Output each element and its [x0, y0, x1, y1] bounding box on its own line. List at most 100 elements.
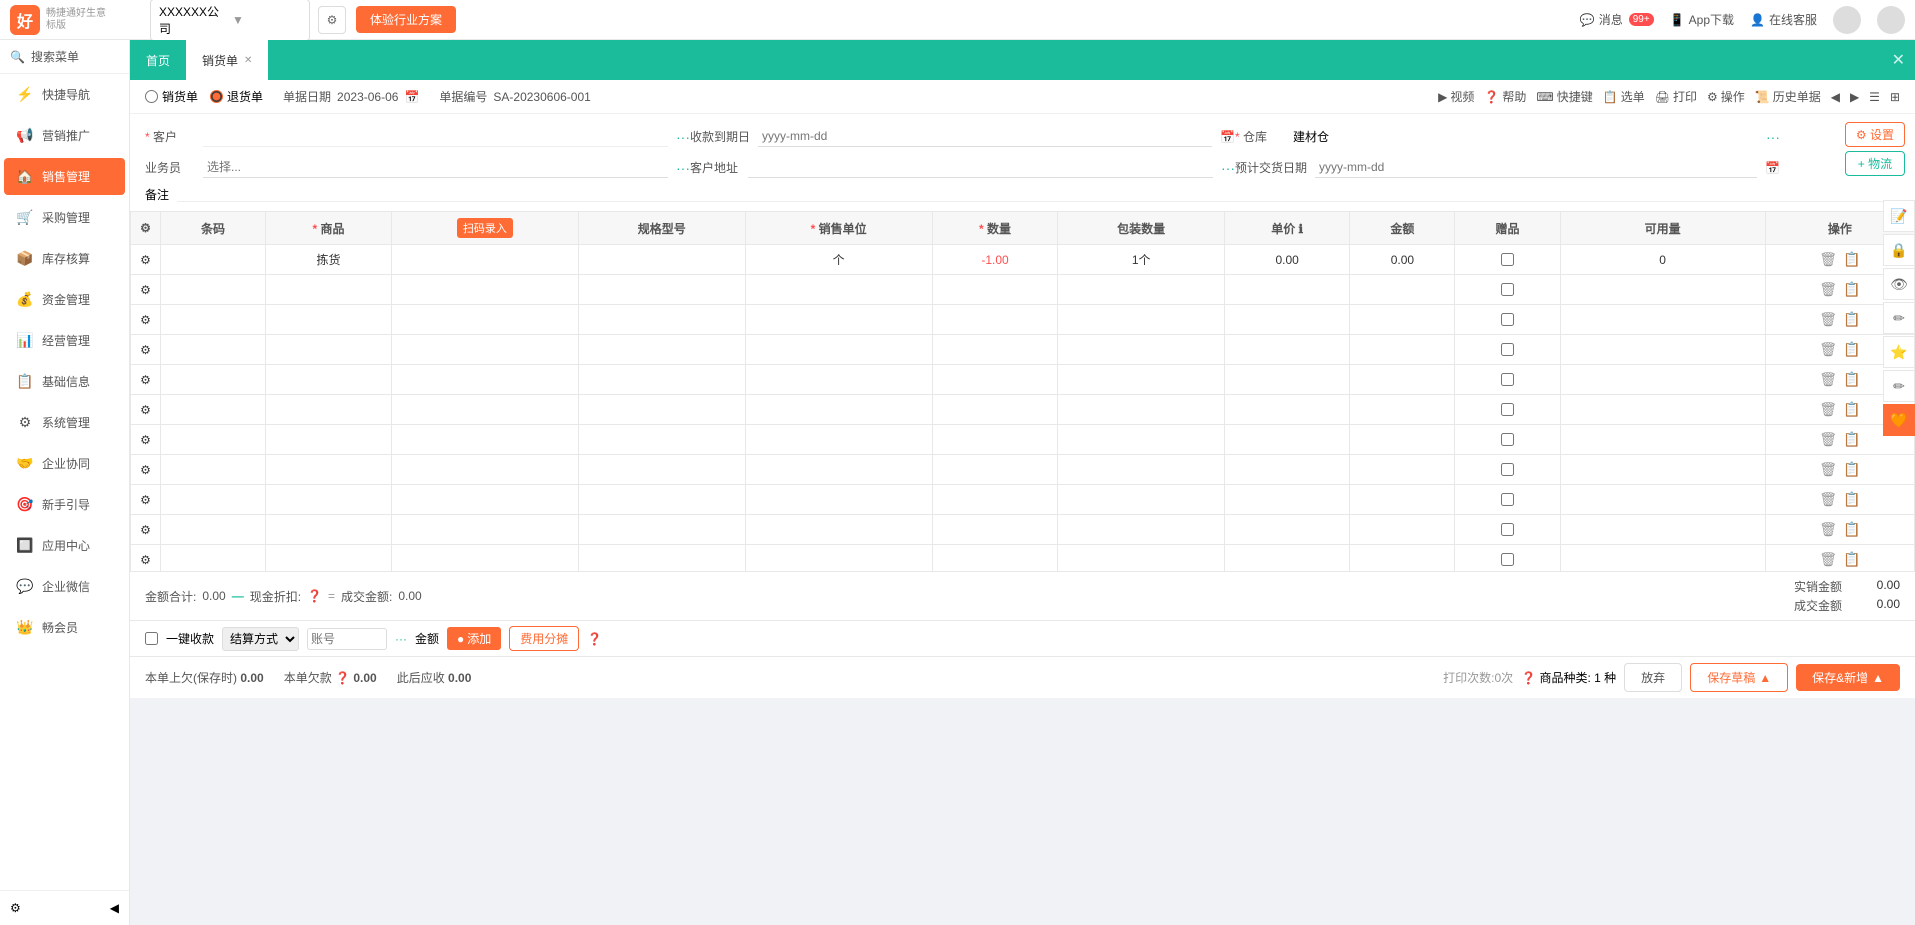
right-tool-orange[interactable]: 🧡 [1883, 404, 1915, 436]
due-date-calendar-icon[interactable]: 📅 [1220, 130, 1235, 144]
row-settings[interactable]: ⚙ [131, 455, 161, 485]
shortcut-action[interactable]: ⌨ 快捷键 [1536, 88, 1592, 105]
right-tool-view[interactable]: 👁 [1883, 268, 1915, 300]
row-product[interactable] [266, 545, 392, 572]
avatar[interactable] [1833, 6, 1861, 34]
row-unit[interactable] [745, 515, 932, 545]
row-spec[interactable] [578, 245, 745, 275]
row-settings[interactable]: ⚙ [131, 365, 161, 395]
copy-icon[interactable]: 📋 [1843, 251, 1860, 268]
row-product[interactable] [266, 275, 392, 305]
sidebar-item-guide[interactable]: 🎯 新手引导 [4, 486, 125, 523]
return-order-radio[interactable]: 退货单 [210, 88, 263, 105]
row-settings[interactable]: ⚙ [131, 515, 161, 545]
expected-date-calendar-icon[interactable]: 📅 [1765, 161, 1780, 175]
row-gift[interactable] [1455, 455, 1560, 485]
row-qty[interactable] [932, 395, 1058, 425]
sidebar-item-basics[interactable]: 📋 基础信息 [4, 363, 125, 400]
right-tool-pencil[interactable]: ✏ [1883, 370, 1915, 402]
row-scan[interactable] [391, 545, 578, 572]
row-qty[interactable]: -1.00 [932, 245, 1058, 275]
row-scan[interactable] [391, 275, 578, 305]
sidebar-item-system[interactable]: ⚙ 系统管理 [4, 404, 125, 441]
row-pkg-qty[interactable] [1058, 485, 1225, 515]
right-tool-edit[interactable]: ✏ [1883, 302, 1915, 334]
row-product[interactable] [266, 515, 392, 545]
row-barcode[interactable] [161, 335, 266, 365]
row-scan[interactable] [391, 305, 578, 335]
one-click-payment-checkbox[interactable] [145, 632, 158, 645]
address-dots-icon[interactable]: ··· [1221, 160, 1235, 176]
row-amount[interactable] [1350, 485, 1455, 515]
gift-checkbox[interactable] [1501, 403, 1514, 416]
row-barcode[interactable] [161, 515, 266, 545]
notes-input[interactable] [177, 187, 1900, 202]
sidebar-item-apps[interactable]: 🔲 应用中心 [4, 527, 125, 564]
delete-icon[interactable]: 🗑 [1819, 551, 1837, 568]
pt-icon[interactable]: ❓ [1521, 671, 1536, 685]
save-draft-button[interactable]: 保存草稿 ▲ [1690, 663, 1788, 692]
row-amount[interactable] [1350, 365, 1455, 395]
row-gift[interactable] [1455, 425, 1560, 455]
gift-checkbox[interactable] [1501, 553, 1514, 566]
payment-method-select[interactable]: 结算方式 [222, 627, 299, 651]
row-qty[interactable] [932, 485, 1058, 515]
row-unit-price[interactable]: 0.00 [1225, 245, 1350, 275]
sidebar-item-inventory[interactable]: 📦 库存核算 [4, 240, 125, 277]
row-scan[interactable] [391, 245, 578, 275]
row-unit[interactable] [745, 395, 932, 425]
dots-icon[interactable]: ··· [395, 632, 407, 646]
row-scan[interactable] [391, 335, 578, 365]
gift-checkbox[interactable] [1501, 253, 1514, 266]
gift-checkbox[interactable] [1501, 463, 1514, 476]
row-amount[interactable] [1350, 455, 1455, 485]
expected-date-input[interactable] [1315, 157, 1757, 178]
row-pkg-qty[interactable] [1058, 425, 1225, 455]
sidebar-item-quick-nav[interactable]: ⚡ 快捷导航 [4, 76, 125, 113]
col-scan[interactable]: 扫码录入 [391, 212, 578, 245]
gift-checkbox[interactable] [1501, 373, 1514, 386]
salesperson-dots-icon[interactable]: ··· [676, 160, 690, 176]
help-action[interactable]: ❓ 帮助 [1484, 88, 1526, 105]
row-gift[interactable] [1455, 365, 1560, 395]
row-qty[interactable] [932, 515, 1058, 545]
tab-home[interactable]: 首页 [130, 40, 186, 80]
row-product[interactable] [266, 335, 392, 365]
sidebar-item-purchase[interactable]: 🛒 采购管理 [4, 199, 125, 236]
settings-icon[interactable]: ⚙ [318, 6, 346, 34]
row-product[interactable] [266, 455, 392, 485]
gift-checkbox[interactable] [1501, 523, 1514, 536]
fee-split-button[interactable]: 费用分摊 [509, 626, 579, 651]
row-unit[interactable] [745, 275, 932, 305]
salesperson-input[interactable] [203, 157, 668, 178]
add-button[interactable]: ● 添加 [447, 627, 501, 650]
sidebar-settings-icon[interactable]: ⚙ [10, 901, 21, 915]
row-qty[interactable] [932, 545, 1058, 572]
row-unit[interactable] [745, 365, 932, 395]
trial-button[interactable]: 体验行业方案 [356, 6, 456, 33]
row-product[interactable] [266, 395, 392, 425]
row-qty[interactable] [932, 455, 1058, 485]
row-unit[interactable]: 个 [745, 245, 932, 275]
print-action[interactable]: 🖨 打印 [1655, 88, 1697, 105]
row-pkg-qty[interactable] [1058, 305, 1225, 335]
row-gift[interactable] [1455, 485, 1560, 515]
row-product[interactable] [266, 305, 392, 335]
row-unit[interactable] [745, 335, 932, 365]
row-barcode[interactable] [161, 305, 266, 335]
gift-checkbox[interactable] [1501, 343, 1514, 356]
row-spec[interactable] [578, 335, 745, 365]
sidebar-item-marketing[interactable]: 📢 营销推广 [4, 117, 125, 154]
copy-icon[interactable]: 📋 [1843, 341, 1860, 358]
row-amount[interactable] [1350, 425, 1455, 455]
row-pkg-qty[interactable] [1058, 395, 1225, 425]
row-barcode[interactable] [161, 365, 266, 395]
row-unit-price[interactable] [1225, 365, 1350, 395]
delete-icon[interactable]: 🗑 [1819, 431, 1837, 448]
gift-checkbox[interactable] [1501, 283, 1514, 296]
row-barcode[interactable] [161, 485, 266, 515]
row-product[interactable] [266, 365, 392, 395]
right-tool-star[interactable]: ⭐ [1883, 336, 1915, 368]
sidebar-item-wecom[interactable]: 💬 企业微信 [4, 568, 125, 605]
right-tool-note[interactable]: 📝 [1883, 200, 1915, 232]
